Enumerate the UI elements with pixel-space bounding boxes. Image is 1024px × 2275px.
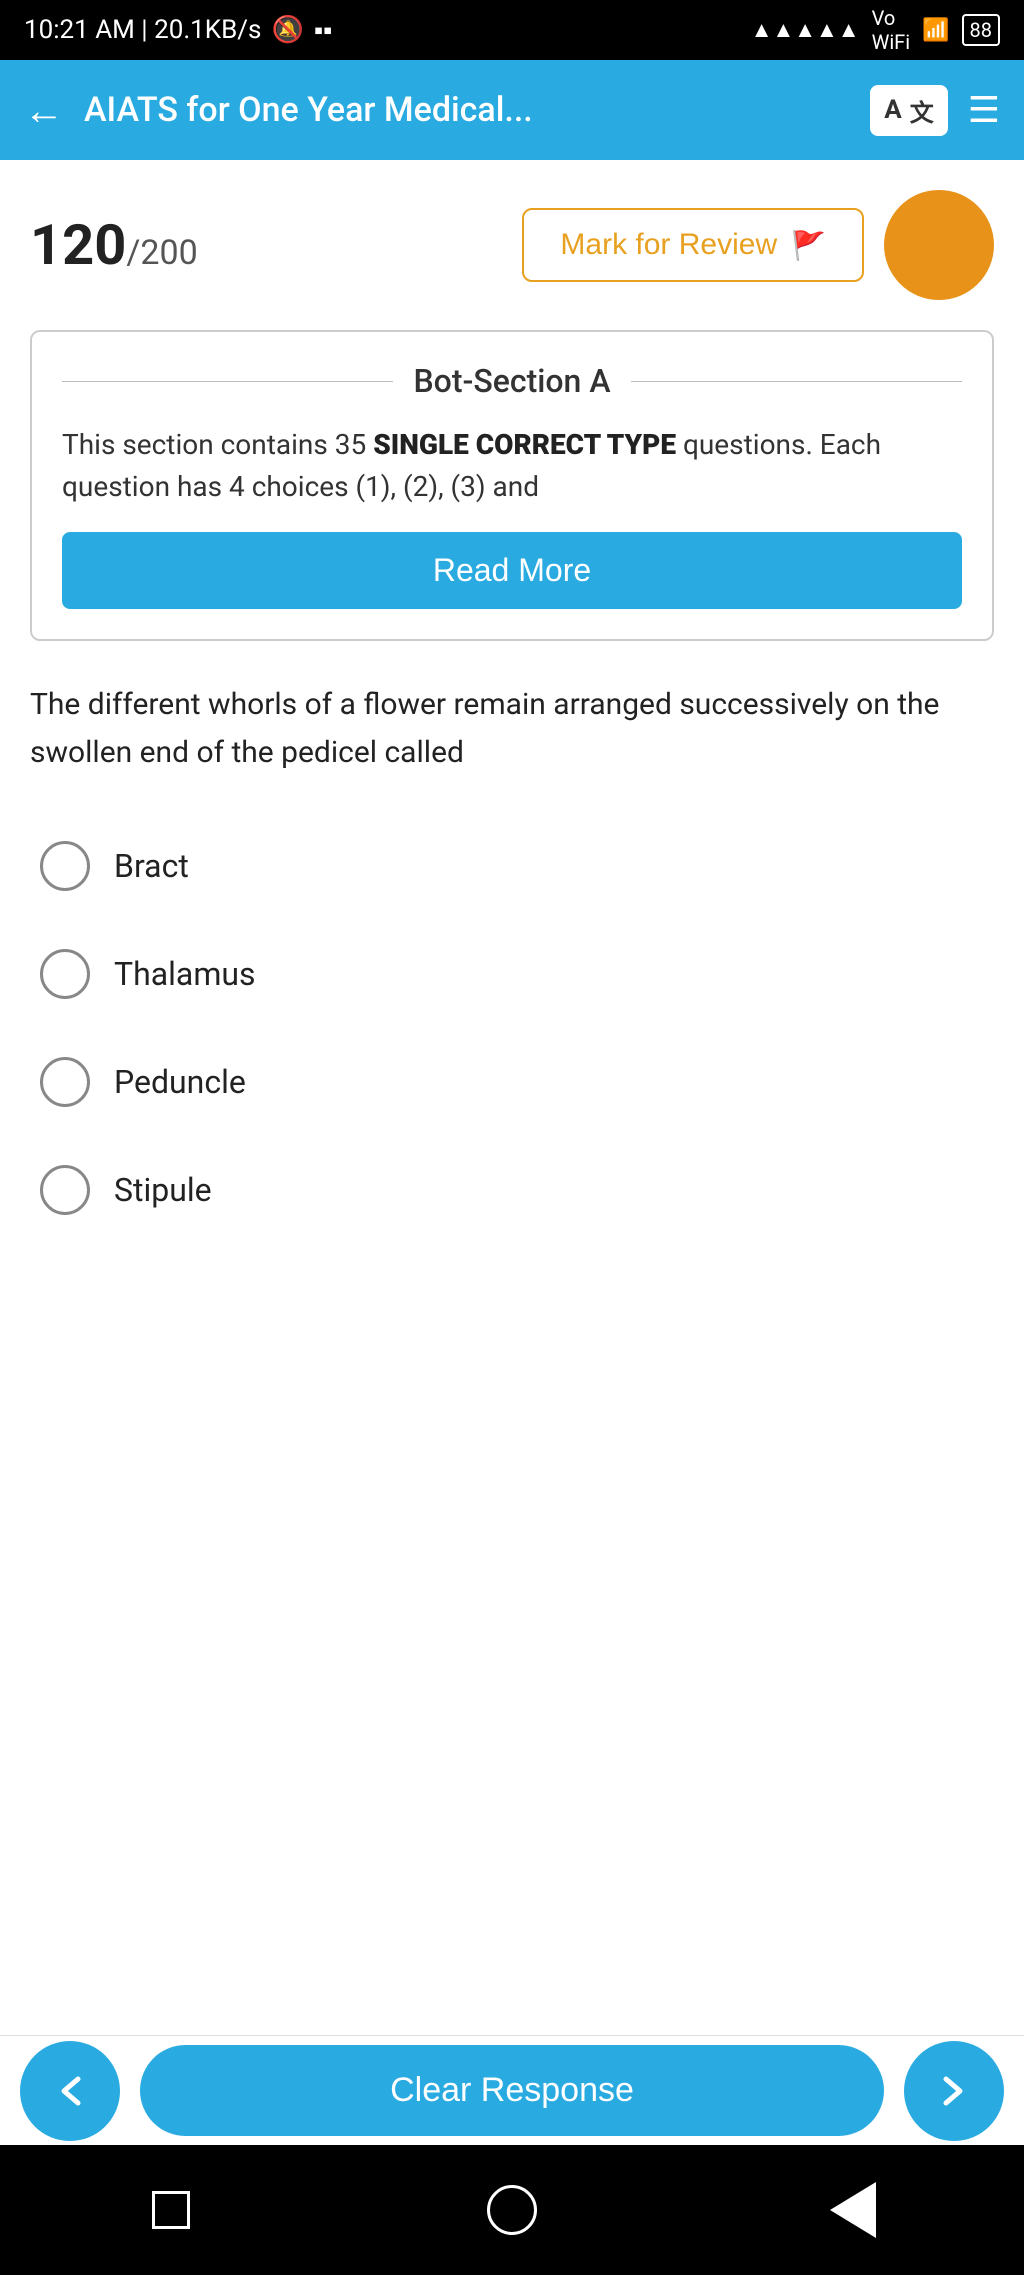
mark-review-label: Mark for Review bbox=[560, 228, 777, 262]
status-right: ▲▲▲▲▲ VoWiFi 📶 88 bbox=[751, 6, 1000, 54]
progress-indicator bbox=[884, 190, 994, 300]
radio-option-a[interactable] bbox=[40, 841, 90, 891]
section-description: This section contains 35 SINGLE CORRECT … bbox=[62, 424, 962, 508]
status-bar: 10:21 AM | 20.1KB/s 🔕 ▪▪ ▲▲▲▲▲ VoWiFi 📶 … bbox=[0, 0, 1024, 60]
next-button[interactable] bbox=[904, 2041, 1004, 2141]
flag-icon: 🚩 bbox=[791, 229, 826, 262]
mark-for-review-button[interactable]: Mark for Review 🚩 bbox=[522, 208, 864, 282]
vo-wifi-label: VoWiFi bbox=[872, 6, 911, 54]
next-arrow-icon bbox=[934, 2071, 974, 2111]
lang-zh-icon: 文 bbox=[910, 93, 934, 128]
status-left: 10:21 AM | 20.1KB/s 🔕 ▪▪ bbox=[24, 15, 332, 46]
back-system-button[interactable] bbox=[823, 2180, 883, 2240]
radio-option-b[interactable] bbox=[40, 949, 90, 999]
wifi-icon: 📶 bbox=[922, 18, 949, 43]
option-row[interactable]: Bract bbox=[30, 817, 994, 915]
question-text: The different whorls of a flower remain … bbox=[30, 681, 994, 777]
section-title-line-left bbox=[62, 381, 393, 382]
nav-title: AIATS for One Year Medical... bbox=[84, 90, 850, 130]
radio-option-c[interactable] bbox=[40, 1057, 90, 1107]
system-bar bbox=[0, 2145, 1024, 2275]
options-list: Bract Thalamus Peduncle Stipule bbox=[30, 817, 994, 1239]
option-row[interactable]: Stipule bbox=[30, 1141, 994, 1239]
lang-a-icon: A bbox=[884, 95, 901, 125]
counter-right: Mark for Review 🚩 bbox=[522, 190, 994, 300]
time-text: 10:21 AM | 20.1KB/s bbox=[24, 15, 261, 45]
section-box: Bot-Section A This section contains 35 S… bbox=[30, 330, 994, 641]
mute-icon: 🔕 bbox=[271, 15, 303, 45]
recent-apps-button[interactable] bbox=[141, 2180, 201, 2240]
option-row[interactable]: Peduncle bbox=[30, 1033, 994, 1131]
option-d-label: Stipule bbox=[114, 1171, 212, 1209]
prev-button[interactable] bbox=[20, 2041, 120, 2141]
home-icon bbox=[487, 2185, 537, 2235]
option-a-label: Bract bbox=[114, 847, 189, 885]
battery-indicator: 88 bbox=[962, 14, 1000, 46]
nav-bar: ← AIATS for One Year Medical... A 文 ☰ bbox=[0, 60, 1024, 160]
question-total: /200 bbox=[126, 233, 197, 273]
clear-response-button[interactable]: Clear Response bbox=[140, 2045, 884, 2136]
radio-option-d[interactable] bbox=[40, 1165, 90, 1215]
back-button[interactable]: ← bbox=[24, 87, 64, 134]
signal-icon: ▲▲▲▲▲ bbox=[751, 17, 860, 43]
option-row[interactable]: Thalamus bbox=[30, 925, 994, 1023]
bottom-bar: Clear Response bbox=[0, 2035, 1024, 2145]
prev-arrow-icon bbox=[50, 2071, 90, 2111]
option-b-label: Thalamus bbox=[114, 955, 256, 993]
recent-apps-icon bbox=[152, 2191, 190, 2229]
read-more-button[interactable]: Read More bbox=[62, 532, 962, 609]
section-title-line-right bbox=[631, 381, 962, 382]
message-icon: ▪▪ bbox=[314, 15, 332, 46]
question-number: 120 bbox=[30, 212, 126, 278]
question-counter-display: 120/200 bbox=[30, 212, 198, 278]
menu-button[interactable]: ☰ bbox=[968, 89, 1000, 131]
language-toggle-button[interactable]: A 文 bbox=[870, 85, 947, 136]
back-icon bbox=[830, 2182, 876, 2238]
section-title: Bot-Section A bbox=[393, 362, 630, 400]
home-button[interactable] bbox=[482, 2180, 542, 2240]
section-title-row: Bot-Section A bbox=[62, 362, 962, 400]
option-c-label: Peduncle bbox=[114, 1063, 246, 1101]
question-counter-row: 120/200 Mark for Review 🚩 bbox=[30, 190, 994, 300]
main-content: 120/200 Mark for Review 🚩 Bot-Section A … bbox=[0, 160, 1024, 1239]
